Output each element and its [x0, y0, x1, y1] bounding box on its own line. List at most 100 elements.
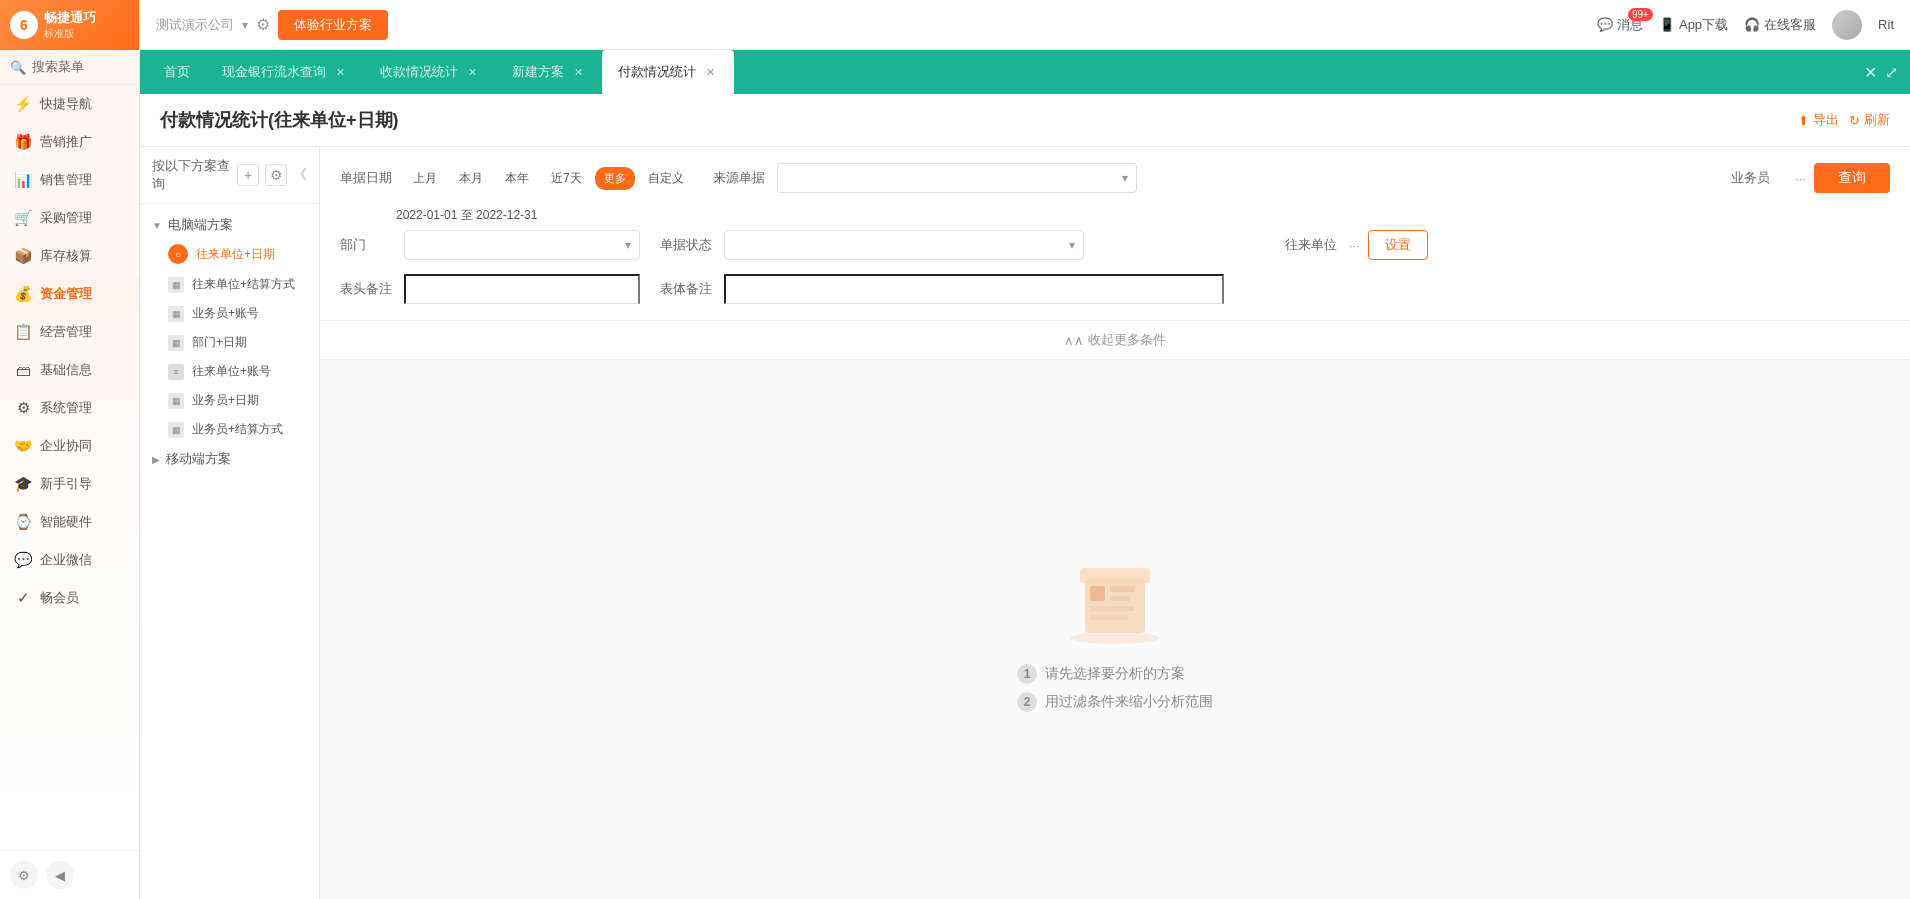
partner-more-icon[interactable]: ··· [1349, 238, 1360, 253]
tab-bank-flow[interactable]: 现金银行流水查询 ✕ [206, 50, 364, 94]
collapse-bar[interactable]: ∧∧ 收起更多条件 [320, 321, 1910, 360]
staff-label: 业务员 [1731, 169, 1787, 187]
scheme-item-label: 业务员+日期 [192, 392, 259, 409]
tab-home-label: 首页 [164, 63, 190, 81]
tab-expand-icon[interactable]: ⤢ [1885, 63, 1898, 82]
sidebar-item-corp-wechat[interactable]: 💬 企业微信 [0, 541, 139, 579]
settings-button[interactable]: 设置 [1368, 230, 1428, 260]
tab-payment-stats[interactable]: 付款情况统计 ✕ [602, 50, 734, 94]
operation-icon: 📋 [14, 323, 32, 341]
add-scheme-button[interactable]: + [237, 164, 259, 186]
scheme-item-staff-settle[interactable]: ▦ 业务员+结算方式 [140, 415, 319, 444]
date-last-7days-btn[interactable]: 近7天 [542, 166, 591, 191]
tab-receipt-stats[interactable]: 收款情况统计 ✕ [364, 50, 496, 94]
date-custom-btn[interactable]: 自定义 [639, 166, 693, 191]
collapse-label: 收起更多条件 [1088, 331, 1166, 349]
scheme-settings-button[interactable]: ⚙ [265, 164, 287, 186]
scheme-item-label: 往来单位+账号 [192, 363, 271, 380]
sidebar-item-operation[interactable]: 📋 经营管理 [0, 313, 139, 351]
date-this-month-btn[interactable]: 本月 [450, 166, 492, 191]
scheme-panel-collapse-button[interactable]: 《 [293, 166, 307, 184]
sidebar-search[interactable]: 🔍 搜索菜单 [0, 50, 139, 85]
sidebar-item-label: 资金管理 [40, 285, 92, 303]
svg-rect-2 [1080, 568, 1150, 583]
trial-button[interactable]: 体验行业方案 [278, 10, 388, 40]
messages-button[interactable]: 💬 消息 99+ [1597, 16, 1643, 34]
scheme-item-staff-account[interactable]: ▦ 业务员+账号 [140, 299, 319, 328]
message-icon: 💬 [1597, 17, 1613, 32]
sidebar-item-system[interactable]: ⚙ 系统管理 [0, 389, 139, 427]
guide-icon: 🎓 [14, 475, 32, 493]
sidebar-item-sales[interactable]: 📊 销售管理 [0, 161, 139, 199]
scheme-item-unit-settle[interactable]: ▦ 往来单位+结算方式 [140, 270, 319, 299]
tab-new-scheme[interactable]: 新建方案 ✕ [496, 50, 602, 94]
date-this-year-btn[interactable]: 本年 [496, 166, 538, 191]
svg-rect-7 [1090, 615, 1128, 620]
staff-more-icon[interactable]: ··· [1795, 171, 1806, 186]
doc-status-select[interactable]: ▾ [724, 230, 1084, 260]
enterprise-icon: 🤝 [14, 437, 32, 455]
mobile-group-arrow-icon: ▶ [152, 454, 160, 465]
scheme-item-label: 部门+日期 [192, 334, 247, 351]
sidebar-item-marketing[interactable]: 🎁 营销推广 [0, 123, 139, 161]
tab-payment-stats-close[interactable]: ✕ [702, 64, 718, 80]
scheme-item-label: 业务员+结算方式 [192, 421, 283, 438]
scheme-group-desktop[interactable]: ▼ 电脑端方案 [140, 212, 319, 238]
sidebar-item-label: 营销推广 [40, 133, 92, 151]
sidebar-item-purchase[interactable]: 🛒 采购管理 [0, 199, 139, 237]
company-settings-icon[interactable]: ⚙ [256, 15, 270, 34]
tab-home[interactable]: 首页 [148, 50, 206, 94]
online-service-button[interactable]: 🎧 在线客服 [1744, 16, 1816, 34]
date-more-btn[interactable]: 更多 [595, 167, 635, 190]
tab-new-scheme-close[interactable]: ✕ [570, 64, 586, 80]
tab-bank-flow-close[interactable]: ✕ [332, 64, 348, 80]
company-dropdown-arrow[interactable]: ▾ [242, 18, 248, 32]
sidebar-item-inventory[interactable]: 📦 库存核算 [0, 237, 139, 275]
scheme-tree: ▼ 电脑端方案 ○ 往来单位+日期 ▦ 往来单位+结算方式 ▦ 业务员+账号 [140, 204, 319, 899]
svg-rect-5 [1110, 596, 1130, 601]
page-header-actions: ⬆ 导出 ↻ 刷新 [1798, 111, 1890, 129]
scheme-item-unit-date[interactable]: ○ 往来单位+日期 [140, 238, 319, 270]
smart-hw-icon: ⌚ [14, 513, 32, 531]
scheme-item-dept-date[interactable]: ▦ 部门+日期 [140, 328, 319, 357]
dept-select[interactable]: ▾ [404, 230, 640, 260]
scheme-group-mobile[interactable]: ▶ 移动端方案 [140, 444, 319, 474]
export-icon: ⬆ [1798, 113, 1809, 128]
filter-date-item: 单据日期 上月 本月 本年 近7天 更多 自定义 [340, 166, 693, 191]
sidebar-item-label: 畅会员 [40, 589, 79, 607]
sidebar-item-vip[interactable]: ✓ 畅会员 [0, 579, 139, 617]
sidebar-item-enterprise[interactable]: 🤝 企业协同 [0, 427, 139, 465]
sidebar-item-finance[interactable]: 💰 资金管理 [0, 275, 139, 313]
sidebar-settings-button[interactable]: ⚙ [10, 861, 38, 889]
query-button[interactable]: 查询 [1814, 163, 1890, 193]
tab-receipt-stats-close[interactable]: ✕ [464, 64, 480, 80]
tab-bar-right: ✕ ⤢ [1864, 50, 1902, 94]
sidebar-bottom: ⚙ ◀ [0, 850, 139, 899]
search-label: 搜索菜单 [32, 58, 84, 76]
export-button[interactable]: ⬆ 导出 [1798, 111, 1839, 129]
table-header-note-input[interactable] [404, 274, 640, 304]
svg-point-0 [1070, 632, 1160, 644]
sidebar-item-guide[interactable]: 🎓 新手引导 [0, 465, 139, 503]
scheme-item-unit-account[interactable]: ≡ 往来单位+账号 [140, 357, 319, 386]
date-last-month-btn[interactable]: 上月 [404, 166, 446, 191]
sidebar-item-smart-hw[interactable]: ⌚ 智能硬件 [0, 503, 139, 541]
date-label: 单据日期 [340, 169, 396, 187]
sidebar-item-quick-nav[interactable]: ⚡ 快捷导航 [0, 85, 139, 123]
scheme-item-label: 往来单位+结算方式 [192, 276, 295, 293]
finance-icon: 💰 [14, 285, 32, 303]
app-download-button[interactable]: 📱 App下载 [1659, 16, 1728, 34]
doc-status-label: 单据状态 [660, 236, 716, 254]
logo-text: 畅捷通巧 标准版 [44, 9, 96, 41]
table-body-note-input[interactable] [724, 274, 1224, 304]
user-avatar[interactable] [1832, 10, 1862, 40]
top-bar-right: 💬 消息 99+ 📱 App下载 🎧 在线客服 Rit [1597, 10, 1894, 40]
scheme-item-staff-date[interactable]: ▦ 业务员+日期 [140, 386, 319, 415]
tab-close-all-icon[interactable]: ✕ [1864, 63, 1877, 82]
sidebar-collapse-button[interactable]: ◀ [46, 861, 74, 889]
scheme-item-icon: ▦ [168, 393, 184, 409]
source-doc-select[interactable]: ▾ [777, 163, 1137, 193]
sidebar-logo: 6 畅捷通巧 标准版 [0, 0, 139, 50]
sidebar-item-base-info[interactable]: 🗃 基础信息 [0, 351, 139, 389]
refresh-button[interactable]: ↻ 刷新 [1849, 111, 1890, 129]
